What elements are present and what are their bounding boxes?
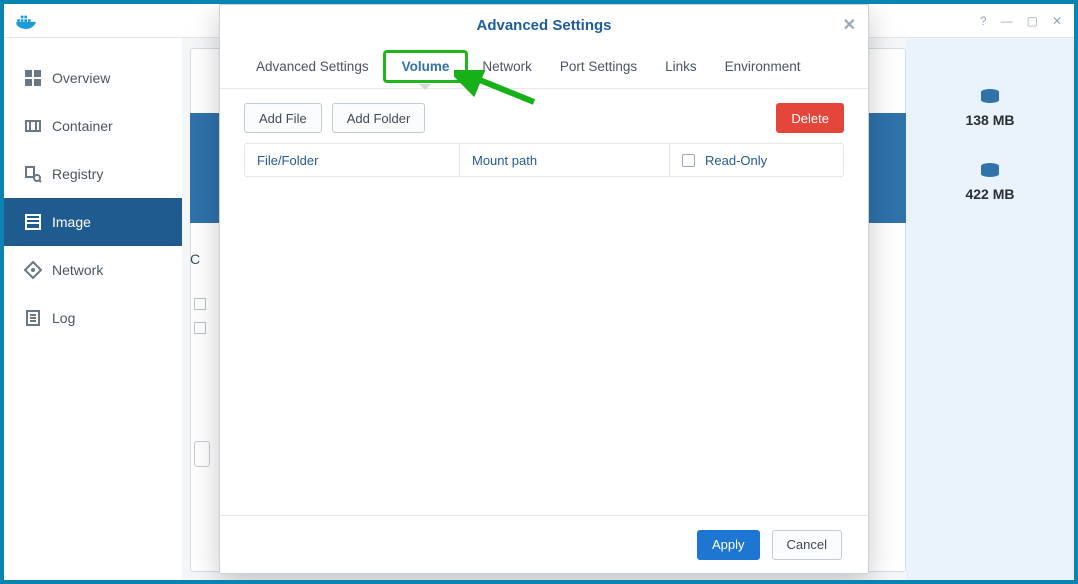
volume-grid: File/Folder Mount path Read-Only	[244, 143, 844, 177]
column-file-folder[interactable]: File/Folder	[245, 144, 460, 176]
sidebar-item-container[interactable]: Container	[4, 102, 182, 150]
window-controls: ? — ▢ ✕	[980, 14, 1062, 28]
size-entry: 138 MB	[965, 88, 1014, 128]
dashboard-icon	[24, 69, 42, 87]
advanced-settings-dialog: Advanced Settings ✕ Advanced Settings Vo…	[219, 4, 869, 574]
maximize-button[interactable]: ▢	[1027, 14, 1038, 28]
tab-network[interactable]: Network	[468, 51, 546, 82]
disk-icon	[979, 162, 1001, 178]
app-screen: ? — ▢ ✕ Overview Container Registry	[0, 0, 1078, 584]
tab-links[interactable]: Links	[651, 51, 711, 82]
background-checkbox[interactable]	[194, 322, 206, 334]
background-checkbox[interactable]	[194, 298, 206, 310]
tab-port-settings[interactable]: Port Settings	[546, 51, 651, 82]
sidebar-item-label: Container	[52, 118, 113, 134]
disk-icon	[979, 88, 1001, 104]
tab-environment[interactable]: Environment	[711, 51, 815, 82]
sidebar-item-network[interactable]: Network	[4, 246, 182, 294]
column-readonly-label: Read-Only	[705, 153, 767, 168]
column-mount-path[interactable]: Mount path	[460, 144, 670, 176]
registry-icon	[24, 165, 42, 183]
size-value: 138 MB	[965, 112, 1014, 128]
partial-text: C	[190, 251, 200, 267]
right-panel: 138 MB 422 MB	[906, 38, 1074, 580]
sidebar-item-label: Image	[52, 214, 91, 230]
tab-advanced-settings[interactable]: Advanced Settings	[242, 51, 383, 82]
background-button[interactable]	[194, 441, 210, 467]
sidebar-item-log[interactable]: Log	[4, 294, 182, 342]
add-file-button[interactable]: Add File	[244, 103, 322, 133]
help-button[interactable]: ?	[980, 14, 987, 28]
dialog-title-text: Advanced Settings	[476, 17, 611, 34]
dialog-body-spacer	[220, 177, 868, 515]
close-icon[interactable]: ✕	[843, 15, 856, 35]
dialog-tabs: Advanced Settings Volume Network Port Se…	[220, 45, 868, 89]
sidebar: Overview Container Registry Image Networ…	[4, 38, 182, 580]
dialog-toolbar: Add File Add Folder Delete	[220, 89, 868, 143]
size-entry: 422 MB	[965, 162, 1014, 202]
dialog-title: Advanced Settings ✕	[220, 5, 868, 45]
apply-button[interactable]: Apply	[697, 530, 760, 560]
image-icon	[24, 213, 42, 231]
docker-logo-icon	[16, 13, 38, 29]
tab-volume[interactable]: Volume	[383, 50, 469, 83]
container-icon	[24, 117, 42, 135]
sidebar-item-registry[interactable]: Registry	[4, 150, 182, 198]
grid-header: File/Folder Mount path Read-Only	[245, 144, 843, 176]
column-readonly[interactable]: Read-Only	[670, 144, 843, 176]
network-icon	[24, 261, 42, 279]
readonly-checkbox[interactable]	[682, 154, 695, 167]
close-button[interactable]: ✕	[1052, 14, 1062, 28]
sidebar-item-label: Log	[52, 310, 75, 326]
delete-button[interactable]: Delete	[776, 103, 844, 133]
add-folder-button[interactable]: Add Folder	[332, 103, 426, 133]
cancel-button[interactable]: Cancel	[772, 530, 842, 560]
size-value: 422 MB	[965, 186, 1014, 202]
dialog-footer: Apply Cancel	[220, 515, 868, 573]
log-icon	[24, 309, 42, 327]
minimize-button[interactable]: —	[1001, 14, 1013, 28]
sidebar-item-overview[interactable]: Overview	[4, 54, 182, 102]
sidebar-item-image[interactable]: Image	[4, 198, 182, 246]
sidebar-item-label: Overview	[52, 70, 110, 86]
sidebar-item-label: Registry	[52, 166, 103, 182]
sidebar-item-label: Network	[52, 262, 103, 278]
